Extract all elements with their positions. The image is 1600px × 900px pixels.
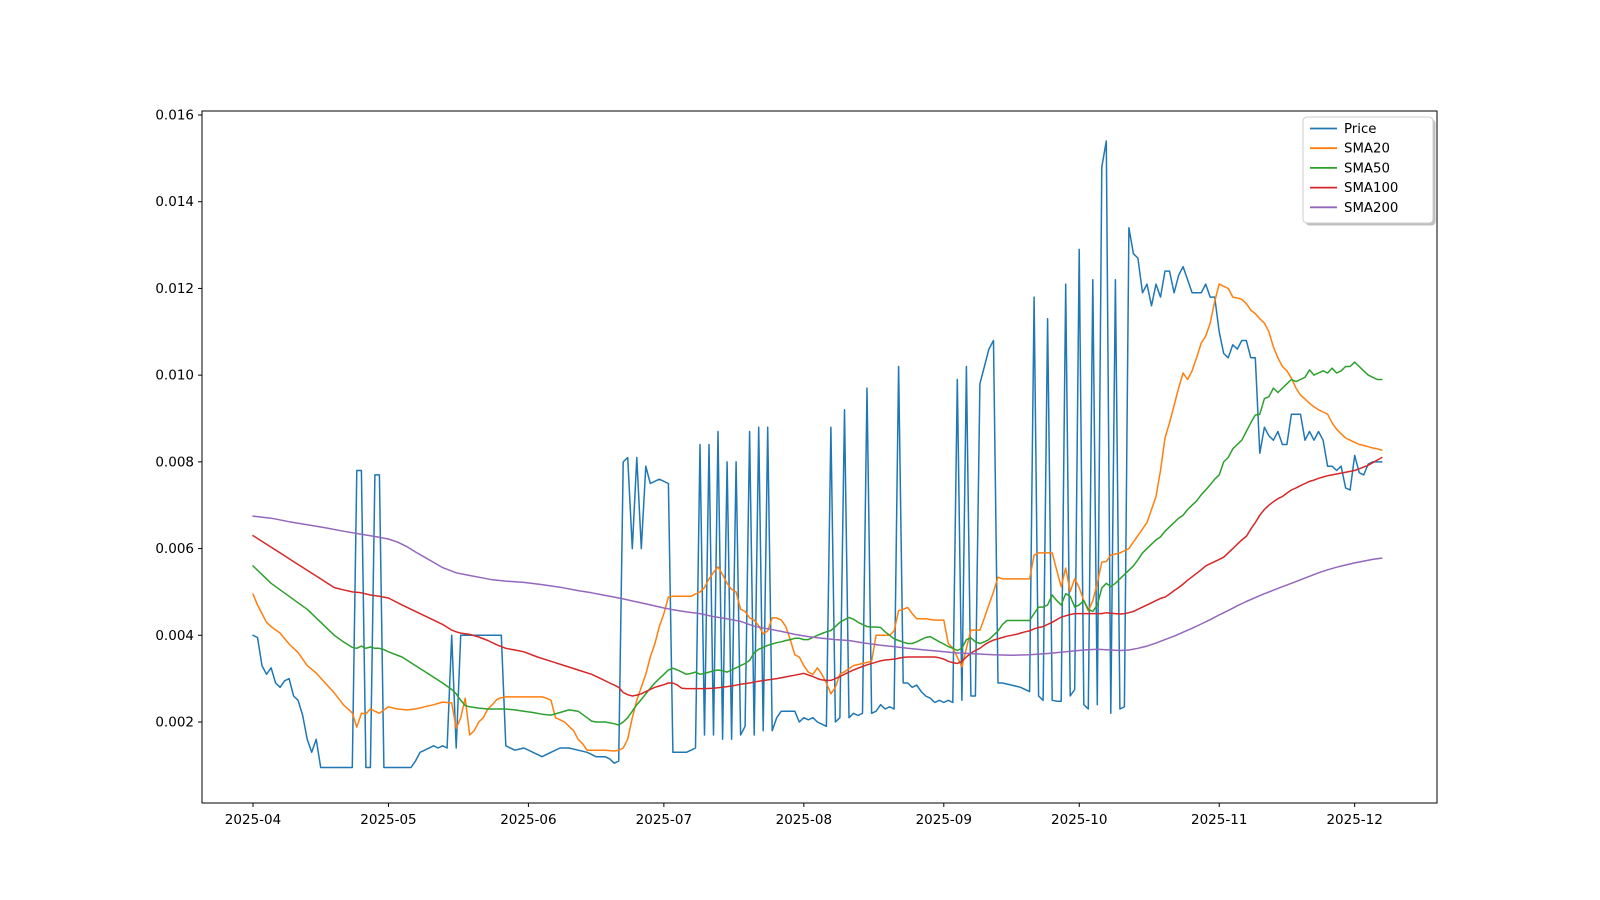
series-group [252, 140, 1383, 769]
y-tick-label: 0.008 [155, 454, 194, 470]
y-tick-label: 0.004 [155, 628, 194, 644]
y-axis: 0.002 0.004 0.006 0.008 0.010 0.012 0.014 0.016 [155, 108, 202, 730]
x-tick-label: 2025-06 [500, 812, 556, 828]
legend-label-sma200: SMA200 [1344, 201, 1398, 216]
sma100-line [252, 456, 1383, 697]
x-tick-label: 2025-08 [776, 812, 832, 828]
plot-area [201, 110, 1438, 804]
x-tick-label: 2025-12 [1326, 812, 1382, 828]
y-tick-label: 0.014 [155, 194, 194, 210]
x-axis: 2025-04 2025-05 2025-06 2025-07 2025-08 2025-… [225, 803, 1383, 828]
y-tick-label: 0.012 [155, 281, 194, 297]
x-tick-label: 2025-10 [1051, 812, 1107, 828]
legend-label-sma50: SMA50 [1344, 161, 1390, 176]
y-tick-label: 0.006 [155, 541, 194, 557]
x-tick-label: 2025-05 [360, 812, 416, 828]
y-tick-label: 0.002 [155, 714, 194, 730]
legend-label-price: Price [1344, 122, 1376, 137]
y-tick-label: 0.010 [155, 368, 194, 384]
legend-label-sma20: SMA20 [1344, 142, 1390, 157]
x-tick-label: 2025-04 [225, 812, 281, 828]
legend-box: Price SMA20 SMA50 SMA100 SMA200 [1302, 116, 1436, 226]
sma50-line [252, 361, 1383, 726]
x-tick-label: 2025-07 [636, 812, 692, 828]
x-tick-label: 2025-11 [1191, 812, 1247, 828]
sma200-line [252, 515, 1383, 656]
price-line [252, 140, 1383, 769]
x-tick-label: 2025-09 [916, 812, 972, 828]
figure-canvas: 0.002 0.004 0.006 0.008 0.010 0.012 0.014 0.016… [0, 0, 1600, 900]
price-chart-canvas: 0.002 0.004 0.006 0.008 0.010 0.012 0.014 0.016… [155, 108, 1438, 828]
sma20-line [252, 283, 1383, 752]
y-tick-label: 0.016 [155, 108, 194, 124]
legend-label-sma100: SMA100 [1344, 181, 1398, 196]
